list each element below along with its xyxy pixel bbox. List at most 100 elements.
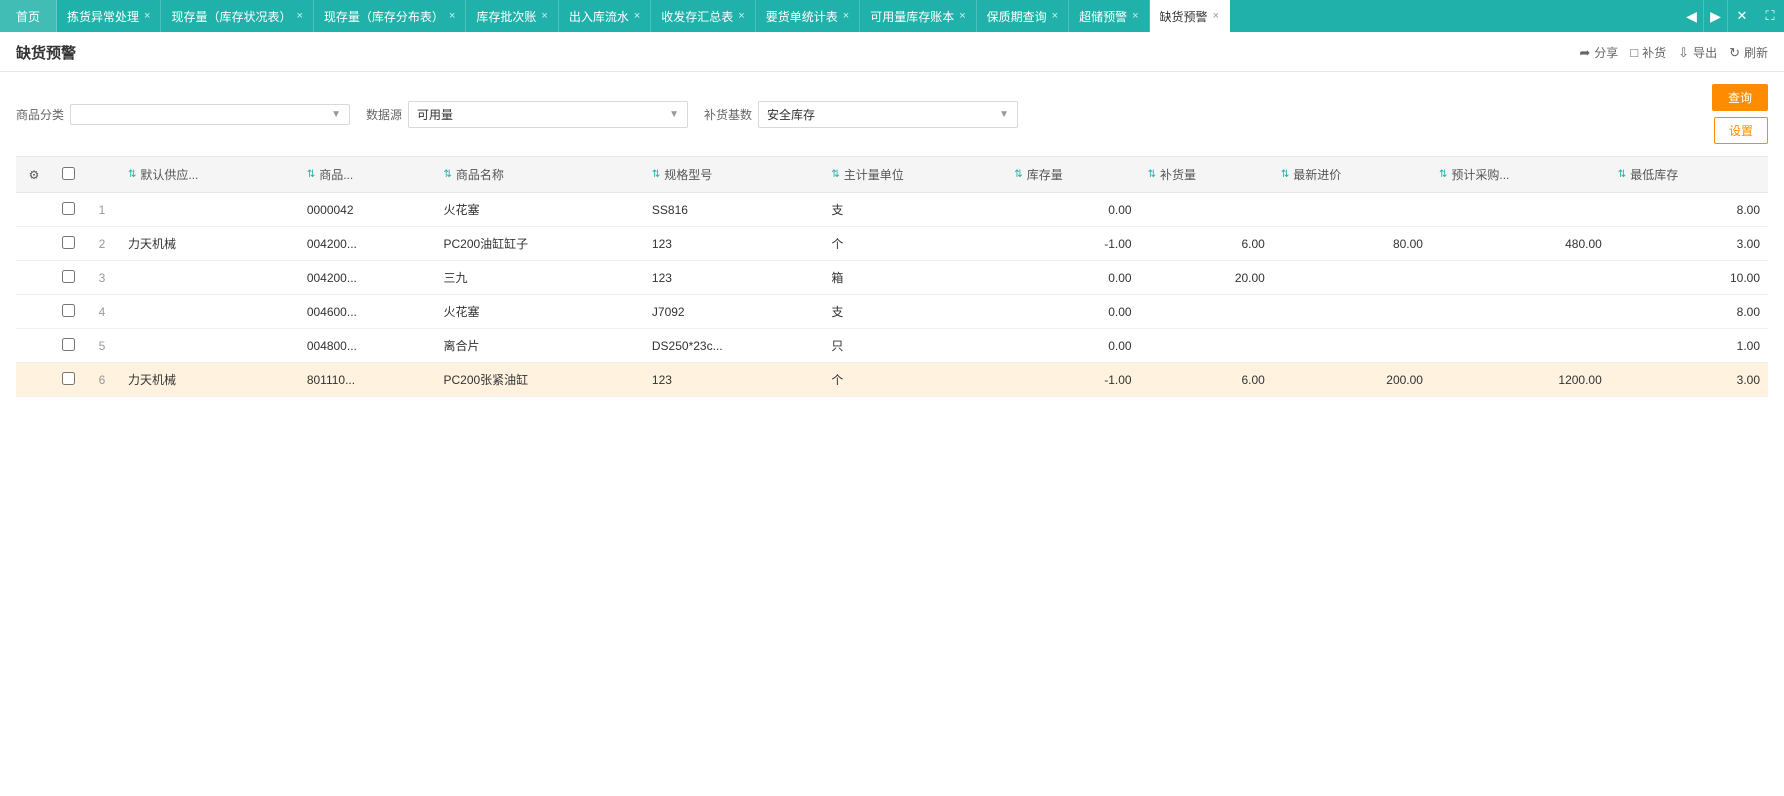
sort-icon9: ⇅ [1439, 169, 1447, 180]
page-header: 缺货预警 ➦ 分享 □ 补货 ⇩ 导出 ↻ 刷新 [0, 32, 1784, 72]
tab-inventory-status-close[interactable]: × [296, 10, 302, 22]
tab-expiry-query[interactable]: 保质期查询 × [977, 0, 1069, 32]
tab-inout-flow-close[interactable]: × [634, 10, 640, 22]
category-select[interactable]: ▼ [70, 104, 350, 125]
col-spec-header[interactable]: ⇅规格型号 [644, 157, 823, 193]
col-product-name-label: 商品名称 [456, 166, 504, 183]
row-index-cell: 4 [84, 295, 120, 329]
row-latest-price-cell [1273, 295, 1431, 329]
export-action[interactable]: ⇩ 导出 [1678, 44, 1717, 61]
row-estimated-purchase-cell [1431, 193, 1610, 227]
tab-collect-summary[interactable]: 收发存汇总表 × [651, 0, 755, 32]
row-checkbox-cell[interactable] [52, 227, 84, 261]
row-spec-cell: J7092 [644, 295, 823, 329]
row-checkbox-cell[interactable] [52, 329, 84, 363]
tab-shortage-close[interactable]: × [1213, 10, 1219, 22]
row-product-name-cell: 火花塞 [435, 295, 643, 329]
col-stock-header[interactable]: ⇅ 库存量 [1006, 157, 1139, 193]
col-latest-price-header[interactable]: ⇅最新进价 [1273, 157, 1431, 193]
col-estimated-purchase-header[interactable]: ⇅预计采购... [1431, 157, 1610, 193]
tab-collect-summary-close[interactable]: × [738, 10, 744, 22]
sort-icon6: ⇅ [1014, 169, 1022, 180]
row-index-cell: 1 [84, 193, 120, 227]
tab-inventory-dist[interactable]: 现存量（库存分布表） × [314, 0, 466, 32]
row-latest-price-cell: 80.00 [1273, 227, 1431, 261]
tab-order-stats[interactable]: 要货单统计表 × [756, 0, 860, 32]
row-checkbox-3[interactable] [62, 304, 75, 317]
data-table: ⚙ ⇅默认供应... ⇅商品... ⇅商品名称 [16, 156, 1768, 397]
col-stock-label: 库存量 [1027, 166, 1063, 183]
replenish-base-select[interactable]: 安全库存 ▼ [758, 101, 1018, 128]
sort-icon: ⇅ [128, 169, 136, 180]
row-checkbox-2[interactable] [62, 270, 75, 283]
col-spec-label: 规格型号 [664, 166, 712, 183]
col-checkbox-header[interactable] [52, 157, 84, 193]
query-button[interactable]: 查询 [1712, 84, 1768, 111]
tab-available-ledger[interactable]: 可用量库存账本 × [860, 0, 976, 32]
col-min-stock-header[interactable]: ⇅最低库存 [1610, 157, 1768, 193]
datasource-select[interactable]: 可用量 ▼ [408, 101, 688, 128]
col-latest-price-label: 最新进价 [1293, 166, 1341, 183]
tab-order-stats-close[interactable]: × [843, 10, 849, 22]
col-settings[interactable]: ⚙ [16, 157, 52, 193]
table-row: 3 004200... 三九 123 箱 0.00 20.00 10.00 [16, 261, 1768, 295]
row-product-name-cell: PC200张紧油缸 [435, 363, 643, 397]
col-unit-header[interactable]: ⇅主计量单位 [823, 157, 1006, 193]
row-supplier-cell [120, 193, 299, 227]
row-unit-cell: 个 [823, 363, 1006, 397]
tab-fullscreen-button[interactable]: ⛶ [1756, 0, 1784, 32]
tab-prev-button[interactable]: ◀ [1680, 0, 1704, 32]
row-checkbox-0[interactable] [62, 202, 75, 215]
table-container: ⚙ ⇅默认供应... ⇅商品... ⇅商品名称 [0, 156, 1784, 397]
tab-expiry-query-close[interactable]: × [1052, 10, 1058, 22]
row-checkbox-1[interactable] [62, 236, 75, 249]
table-settings-icon[interactable]: ⚙ [29, 168, 40, 182]
row-checkbox-cell[interactable] [52, 193, 84, 227]
replenish-base-value: 安全库存 [767, 106, 815, 123]
row-unit-cell: 只 [823, 329, 1006, 363]
row-spec-cell: 123 [644, 227, 823, 261]
refresh-action[interactable]: ↻ 刷新 [1729, 44, 1768, 61]
tab-inventory-dist-label: 现存量（库存分布表） [324, 8, 444, 25]
select-all-checkbox[interactable] [62, 167, 75, 180]
tab-exception[interactable]: 拣货异常处理 × [57, 0, 161, 32]
row-product-code-cell: 0000042 [299, 193, 436, 227]
col-default-supplier-header[interactable]: ⇅默认供应... [120, 157, 299, 193]
row-product-code-cell: 004200... [299, 261, 436, 295]
row-checkbox-cell[interactable] [52, 295, 84, 329]
row-product-code-cell: 004200... [299, 227, 436, 261]
col-replenish-qty-header[interactable]: ⇅补货量 [1140, 157, 1273, 193]
row-supplier-cell: 力天机械 [120, 227, 299, 261]
tab-next-button[interactable]: ▶ [1704, 0, 1728, 32]
row-checkbox-cell[interactable] [52, 261, 84, 295]
header-actions: ➦ 分享 □ 补货 ⇩ 导出 ↻ 刷新 [1579, 44, 1768, 61]
tab-inventory-status[interactable]: 现存量（库存状况表） × [161, 0, 313, 32]
tab-exception-label: 拣货异常处理 [67, 8, 139, 25]
tab-batch-account-close[interactable]: × [541, 10, 547, 22]
tab-batch-account[interactable]: 库存批次账 × [466, 0, 558, 32]
col-product-name-header[interactable]: ⇅商品名称 [435, 157, 643, 193]
settings-button[interactable]: 设置 [1714, 117, 1768, 144]
col-product-code-label: 商品... [319, 166, 353, 183]
replenish-action[interactable]: □ 补货 [1630, 44, 1666, 61]
page-title: 缺货预警 [16, 42, 76, 63]
share-action[interactable]: ➦ 分享 [1579, 44, 1618, 61]
replenish-base-filter-group: 补货基数 安全库存 ▼ [704, 101, 1018, 128]
tab-inventory-dist-close[interactable]: × [449, 10, 455, 22]
tab-shortage[interactable]: 缺货预警 × [1150, 0, 1230, 32]
tab-exception-close[interactable]: × [144, 10, 150, 22]
tab-inout-flow[interactable]: 出入库流水 × [559, 0, 651, 32]
tab-bar: 首页 拣货异常处理 × 现存量（库存状况表） × 现存量（库存分布表） × 库存… [0, 0, 1784, 32]
row-checkbox-5[interactable] [62, 372, 75, 385]
row-supplier-cell [120, 329, 299, 363]
replenish-icon: □ [1630, 45, 1638, 60]
tab-available-ledger-close[interactable]: × [959, 10, 965, 22]
col-product-code-header[interactable]: ⇅商品... [299, 157, 436, 193]
tab-overstock[interactable]: 超储预警 × [1069, 0, 1149, 32]
tab-overstock-close[interactable]: × [1132, 10, 1138, 22]
tab-close-button[interactable]: ✕ [1728, 0, 1756, 32]
tab-home[interactable]: 首页 [0, 0, 57, 32]
row-stock-cell: 0.00 [1006, 295, 1139, 329]
row-checkbox-4[interactable] [62, 338, 75, 351]
row-checkbox-cell[interactable] [52, 363, 84, 397]
